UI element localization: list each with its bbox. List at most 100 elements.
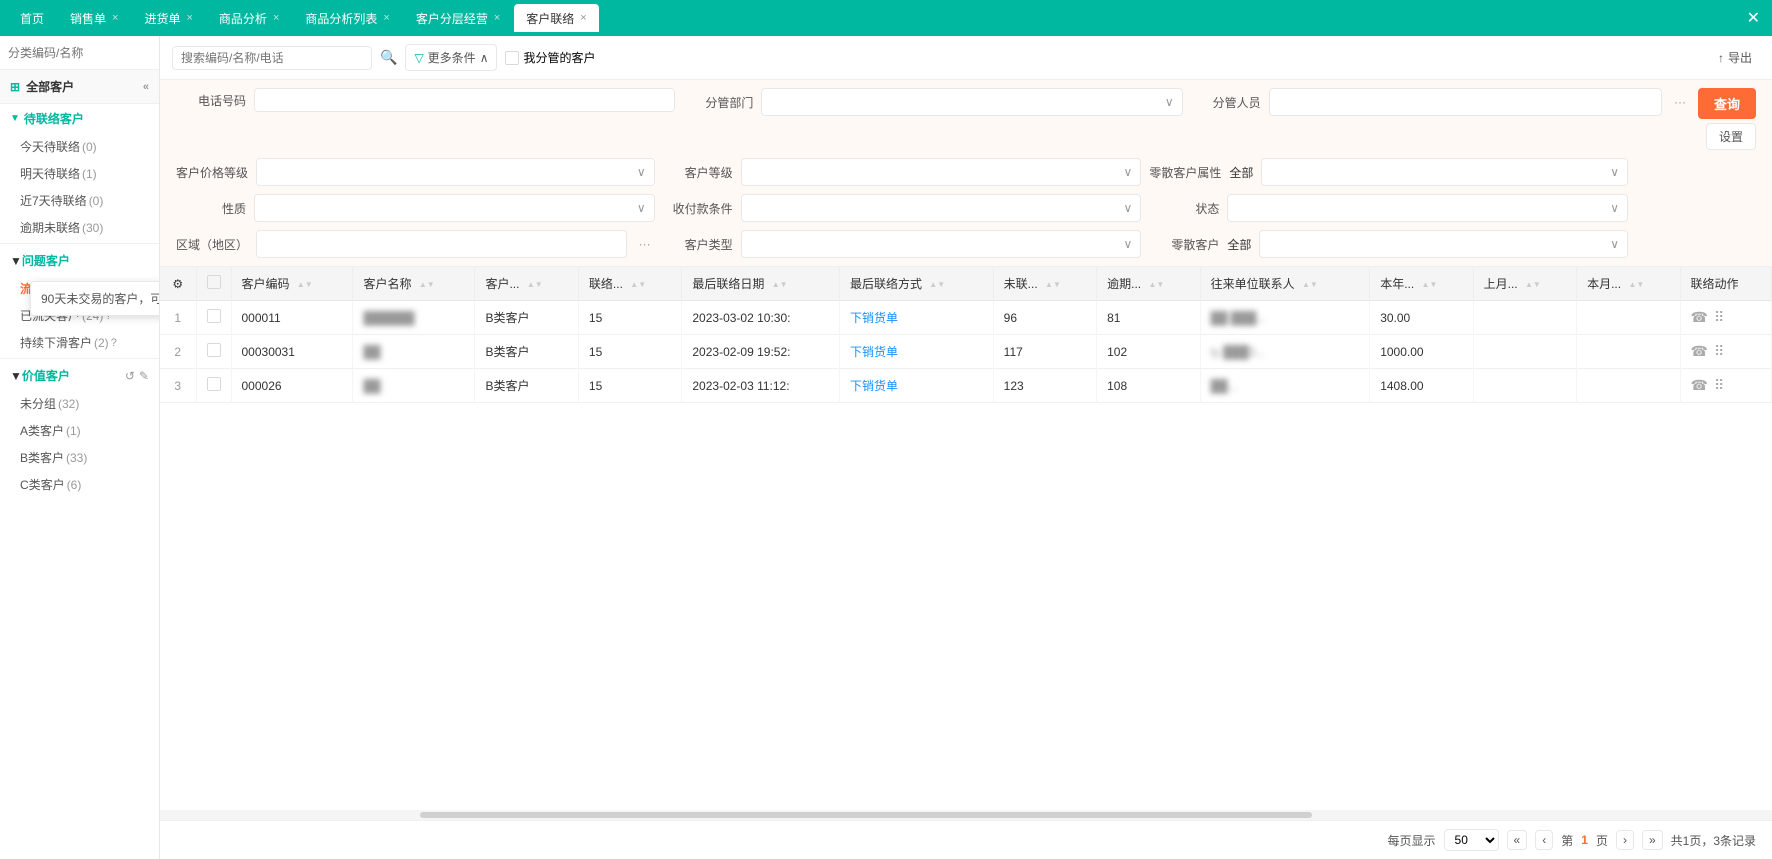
sort-icon[interactable]: ▲▼ (1422, 281, 1438, 289)
settings-icon[interactable]: ⚙ (172, 277, 183, 291)
sort-icon[interactable]: ▲▼ (297, 281, 313, 289)
sidebar-item-declining[interactable]: 持续下滑客户 (2) ? (0, 329, 159, 356)
sidebar-item-classA[interactable]: A类客户 (1) (0, 417, 159, 444)
contact-action-icon[interactable]: ☎ (1691, 309, 1708, 326)
nav-first-button[interactable]: « (1507, 830, 1528, 850)
sort-icon[interactable]: ▲▼ (630, 281, 646, 289)
select-customer-type[interactable]: ∨ (741, 230, 1142, 258)
chevron-down-icon: ∧ (480, 51, 489, 65)
nav-prev-button[interactable]: ‹ (1535, 830, 1553, 850)
contact-action-icon[interactable]: ☎ (1691, 343, 1708, 360)
th-checkbox[interactable] (196, 267, 231, 301)
td-name: ██ (353, 335, 475, 369)
nav-tab-customer-layer[interactable]: 客户分层经营 × (404, 4, 512, 32)
td-last-way[interactable]: 下销货单 (839, 335, 993, 369)
dots-icon[interactable]: ··· (1670, 95, 1690, 109)
sort-icon[interactable]: ▲▼ (1045, 281, 1061, 289)
search-input[interactable] (172, 46, 372, 70)
sort-icon[interactable]: ▲▼ (1628, 281, 1644, 289)
sort-icon[interactable]: ▲▼ (527, 281, 543, 289)
refresh-icon[interactable]: ↺ (125, 369, 135, 383)
nav-tab-customer-contact[interactable]: 客户联络 × (514, 4, 598, 32)
row-checkbox[interactable] (207, 377, 221, 391)
sidebar-search-input[interactable] (8, 46, 160, 60)
input-phone[interactable] (254, 88, 675, 112)
nav-last-button[interactable]: » (1642, 830, 1663, 850)
search-button-icon[interactable]: 🔍 (380, 49, 397, 66)
td-last-way[interactable]: 下销货单 (839, 369, 993, 403)
select-casual-customer[interactable]: ∨ (1259, 230, 1628, 258)
sidebar-item-ungrouped[interactable]: 未分组 (32) (0, 390, 159, 417)
close-icon[interactable]: × (494, 12, 500, 24)
horizontal-scrollbar[interactable] (160, 810, 1772, 820)
contact-action-icon[interactable]: ☎ (1691, 377, 1708, 394)
sort-icon[interactable]: ▲▼ (1525, 281, 1541, 289)
sort-icon[interactable]: ▲▼ (419, 281, 435, 289)
close-icon[interactable]: × (273, 12, 279, 24)
select-status[interactable]: ∨ (1227, 194, 1628, 222)
td-unit-contact: ██ ███... (1200, 301, 1370, 335)
select-payment[interactable]: ∨ (741, 194, 1142, 222)
sort-icon[interactable]: ▲▼ (772, 281, 788, 289)
sidebar-item-tomorrow[interactable]: 明天待联络 (1) (0, 160, 159, 187)
sidebar-group-pending[interactable]: ▼ 待联络客户 (0, 104, 159, 133)
my-customers-checkbox-label[interactable]: 我分管的客户 (505, 49, 595, 66)
more-action-icon[interactable]: ⠿ (1714, 309, 1724, 326)
sort-icon[interactable]: ▲▼ (1148, 281, 1164, 289)
query-button[interactable]: 查询 (1698, 88, 1756, 119)
sidebar-item-overdue-count: (30) (82, 221, 103, 235)
sort-icon[interactable]: ▲▼ (1302, 281, 1318, 289)
select-price-level[interactable]: ∨ (256, 158, 655, 186)
select-casual-attr[interactable]: ∨ (1261, 158, 1628, 186)
my-customers-checkbox[interactable] (505, 51, 519, 65)
close-icon[interactable]: × (580, 12, 586, 24)
td-checkbox[interactable] (196, 335, 231, 369)
close-icon[interactable]: × (186, 12, 192, 24)
more-action-icon[interactable]: ⠿ (1714, 343, 1724, 360)
td-last-way[interactable]: 下销货单 (839, 301, 993, 335)
sidebar-search-bar[interactable]: 🔍 (0, 36, 159, 70)
select-dept[interactable]: ∨ (761, 88, 1182, 116)
close-icon[interactable]: × (112, 12, 118, 24)
select-customer-level[interactable]: ∨ (741, 158, 1142, 186)
sidebar-item-overdue[interactable]: 逾期未联络 (30) (0, 214, 159, 241)
dots-icon2[interactable]: ··· (635, 237, 655, 251)
content-area: 🔍 ▽ 更多条件 ∧ 我分管的客户 ↑ 导出 电话号码 (160, 36, 1772, 859)
export-button[interactable]: ↑ 导出 (1710, 45, 1760, 70)
close-icon[interactable]: × (383, 12, 389, 24)
sidebar-item-7days[interactable]: 近7天待联络 (0) (0, 187, 159, 214)
chevron-down-icon: ∨ (1610, 165, 1619, 179)
nav-tab-purchase[interactable]: 进货单 × (132, 4, 204, 32)
row-checkbox[interactable] (207, 309, 221, 323)
select-nature[interactable]: ∨ (254, 194, 655, 222)
select-all-checkbox[interactable] (207, 275, 221, 289)
td-unit-contact: ██... (1200, 369, 1370, 403)
sidebar-all-customers[interactable]: ⊞ 全部客户 « (0, 70, 159, 104)
td-checkbox[interactable] (196, 369, 231, 403)
sidebar-group-problem[interactable]: ▼ 问题客户 (0, 246, 159, 275)
td-checkbox[interactable] (196, 301, 231, 335)
sidebar-item-classC[interactable]: C类客户 (6) (0, 471, 159, 498)
edit-icon[interactable]: ✎ (139, 369, 149, 383)
nav-tab-home[interactable]: 首页 (8, 4, 56, 32)
nav-tab-sales[interactable]: 销售单 × (58, 4, 130, 32)
row-checkbox[interactable] (207, 343, 221, 357)
nav-tab-analysis[interactable]: 商品分析 × (207, 4, 291, 32)
window-close-button[interactable]: ✕ (1743, 4, 1764, 32)
select-region[interactable] (256, 230, 627, 258)
page-size-select[interactable]: 50 100 (1444, 829, 1499, 851)
td-unit-contact: ty ███3... (1200, 335, 1370, 369)
more-conditions-button[interactable]: ▽ 更多条件 ∧ (405, 44, 497, 71)
sidebar-item-classB[interactable]: B类客户 (33) (0, 444, 159, 471)
th-settings[interactable]: ⚙ (160, 267, 196, 301)
td-uncontacted: 123 (993, 369, 1096, 403)
nav-next-button[interactable]: › (1616, 830, 1634, 850)
sidebar-group-value[interactable]: ▼ 价值客户 ↺ ✎ (0, 361, 159, 390)
sidebar-item-today[interactable]: 今天待联络 (0) (0, 133, 159, 160)
nav-tab-analysis-list[interactable]: 商品分析列表 × (293, 4, 401, 32)
select-person[interactable] (1269, 88, 1662, 116)
sort-icon[interactable]: ▲▼ (929, 281, 945, 289)
more-action-icon[interactable]: ⠿ (1714, 377, 1724, 394)
settings-button[interactable]: 设置 (1706, 123, 1756, 150)
label-dept: 分管部门 (683, 94, 753, 111)
